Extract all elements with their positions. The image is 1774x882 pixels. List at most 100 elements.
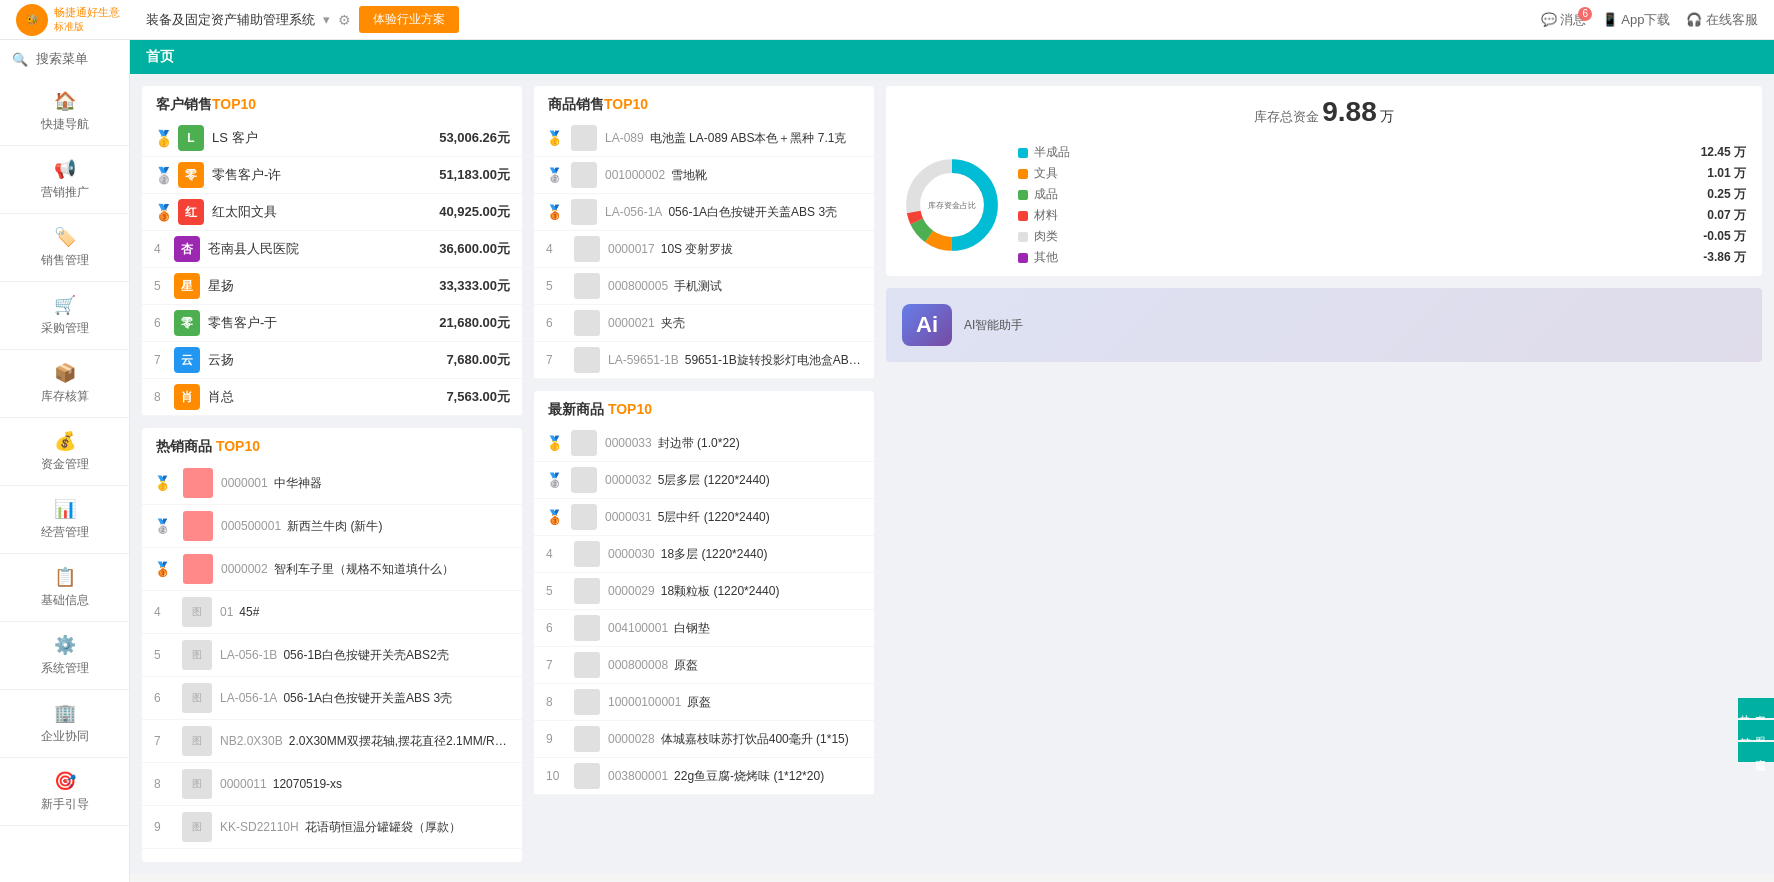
hot-product-image xyxy=(183,511,213,541)
customer-badge: 红 xyxy=(178,199,204,225)
hot-product-code: 01 xyxy=(220,605,233,619)
product-sales-code: LA-59651-1B xyxy=(608,353,679,367)
main-header: 首页 xyxy=(130,40,1774,74)
sidebar-search[interactable]: 🔍 搜索菜单 xyxy=(0,40,129,78)
legend-value: -0.05 万 xyxy=(1703,228,1746,245)
hot-rank-number: 5 xyxy=(154,648,174,662)
hot-rank-number: 9 xyxy=(154,820,174,834)
hot-products-title: 热销商品 TOP10 xyxy=(142,428,522,462)
marketing-icon: 📢 xyxy=(54,158,76,180)
rank-medal: 🥉 xyxy=(154,203,174,222)
legend-name: 文具 xyxy=(1034,165,1701,182)
hot-product-row: 7 图 NB2.0X30B 2.0X30MM双摆花轴,摆花直径2.1MM/ROH… xyxy=(142,720,522,763)
online-service[interactable]: 🎧 在线客服 xyxy=(1686,11,1758,29)
search-icon: 🔍 xyxy=(12,52,28,67)
hot-product-row: 9 图 KK-SD22110H 花语萌恒温分罐罐袋（厚款） xyxy=(142,806,522,849)
newest-rank: 10 xyxy=(546,769,566,783)
product-sales-code: 001000002 xyxy=(605,168,665,182)
customer-name: 星扬 xyxy=(208,277,431,295)
mobile-icon: 📱 xyxy=(1602,12,1618,27)
legend-color-dot xyxy=(1018,169,1028,179)
legend-color-dot xyxy=(1018,232,1028,242)
customer-rank-row: 6 零 零售客户-于 21,680.00元 xyxy=(142,305,522,342)
sidebar-item-system[interactable]: ⚙️ 系统管理 xyxy=(0,622,129,690)
online-service-label: 在线客服 xyxy=(1706,12,1758,27)
sidebar-item-enterprise[interactable]: 🏢 企业协同 xyxy=(0,690,129,758)
topbar-right: 💬 消息 6 📱 App下载 🎧 在线客服 xyxy=(1541,11,1758,29)
rank-number: 4 xyxy=(154,242,174,256)
trial-button[interactable]: 体验行业方案 xyxy=(359,6,459,33)
newest-product-image xyxy=(574,763,600,789)
product-sales-panel: 商品销售TOP10 🥇 LA-089 电池盖 LA-089 ABS本色＋黑种 7… xyxy=(534,86,874,379)
rank-medal: 🥈 xyxy=(154,166,174,185)
sidebar-item-sales[interactable]: 🏷️ 销售管理 xyxy=(0,214,129,282)
sidebar-item-inventory[interactable]: 📦 库存核算 xyxy=(0,350,129,418)
customer-rank-row: 🥉 红 红太阳文具 40,925.00元 xyxy=(142,194,522,231)
hot-product-code: 0000011 xyxy=(220,777,267,791)
product-sales-code: 0000017 xyxy=(608,242,655,256)
customer-badge: 零 xyxy=(174,310,200,336)
main-body: 客户销售TOP10 🥇 L LS 客户 53,006.26元 🥈 零 零售客户-… xyxy=(130,74,1774,874)
notification-count: 6 xyxy=(1578,7,1592,21)
hot-product-name: 056-1B白色按键开关壳ABS2壳 xyxy=(283,647,510,664)
newest-products-panel: 最新商品 TOP10 🥇 0000033 封边带 (1.0*22) 🥈 0000… xyxy=(534,391,874,795)
newest-medal: 🥉 xyxy=(546,509,563,525)
rank-number: 7 xyxy=(154,353,174,367)
product-sales-medal: 🥉 xyxy=(546,204,563,220)
customer-service-button[interactable]: 客服热线 xyxy=(1738,698,1774,718)
newest-rank: 8 xyxy=(546,695,566,709)
inventory-value: 9.88 xyxy=(1322,96,1377,127)
customer-rank-row: 🥇 L LS 客户 53,006.26元 xyxy=(142,120,522,157)
rank-number: 8 xyxy=(154,390,174,404)
product-sales-list: 🥇 LA-089 电池盖 LA-089 ABS本色＋黑种 7.1克 🥈 0010… xyxy=(534,120,874,379)
product-sales-row: 7 LA-59651-1B 59651-1B旋转投影灯电池盒ABS黑色＋58壳 xyxy=(534,342,874,379)
sidebar-item-basic[interactable]: 📋 基础信息 xyxy=(0,554,129,622)
sidebar-item-marketing[interactable]: 📢 营销推广 xyxy=(0,146,129,214)
inventory-donut-chart: 库存资金占比 xyxy=(902,155,1002,255)
legend-value: 0.07 万 xyxy=(1707,207,1746,224)
system-dropdown-icon[interactable]: ▾ xyxy=(323,12,330,27)
notification-badge[interactable]: 💬 消息 6 xyxy=(1541,11,1587,29)
product-sales-rank: 6 xyxy=(546,316,566,330)
customer-name: 零售客户-于 xyxy=(208,314,431,332)
system-icon: ⚙️ xyxy=(54,634,76,656)
customer-name: 红太阳文具 xyxy=(212,203,431,221)
direct-button[interactable]: 直播 xyxy=(1738,742,1774,762)
newest-product-image xyxy=(571,467,597,493)
product-sales-title: 商品销售TOP10 xyxy=(534,86,874,120)
settings-icon[interactable]: ⚙ xyxy=(338,12,351,28)
sidebar-item-operations[interactable]: 📊 经营管理 xyxy=(0,486,129,554)
hot-product-code: 000500001 xyxy=(221,519,281,533)
hot-product-name: 45# xyxy=(239,605,510,619)
customer-amount: 21,680.00元 xyxy=(439,314,510,332)
newest-product-code: 000800008 xyxy=(608,658,668,672)
inventory-legend: 半成品 12.45 万 文具 1.01 万 成品 0.25 万 材料 0.07 … xyxy=(1018,144,1746,266)
sidebar-item-quick-nav[interactable]: 🏠 快捷导航 xyxy=(0,78,129,146)
customer-rank-row: 7 云 云扬 7,680.00元 xyxy=(142,342,522,379)
topbar-center: 装备及固定资产辅助管理系统 ▾ ⚙ 体验行业方案 xyxy=(146,6,1541,33)
newest-products-list: 🥇 0000033 封边带 (1.0*22) 🥈 0000032 5层多层 (1… xyxy=(534,425,874,795)
app-download[interactable]: 📱 App下载 xyxy=(1602,11,1670,29)
topbar: 🐝 畅捷通好生意 标准版 装备及固定资产辅助管理系统 ▾ ⚙ 体验行业方案 💬 … xyxy=(0,0,1774,40)
newest-product-name: 封边带 (1.0*22) xyxy=(658,435,862,452)
rank-number: 6 xyxy=(154,316,174,330)
newest-rank: 9 xyxy=(546,732,566,746)
customer-badge: L xyxy=(178,125,204,151)
ai-panel: Ai AI智能助手 xyxy=(886,288,1762,362)
sidebar-item-purchase[interactable]: 🛒 采购管理 xyxy=(0,282,129,350)
sidebar-label-quick-nav: 快捷导航 xyxy=(41,116,89,133)
sidebar-item-finance[interactable]: 💰 资金管理 xyxy=(0,418,129,486)
sidebar-label-basic: 基础信息 xyxy=(41,592,89,609)
sidebar-item-guide[interactable]: 🎯 新手引导 xyxy=(0,758,129,826)
customer-name: 零售客户-许 xyxy=(212,166,431,184)
sales-icon: 🏷️ xyxy=(54,226,76,248)
hot-product-code: 0000001 xyxy=(221,476,268,490)
rank-medal: 🥇 xyxy=(154,129,174,148)
hot-product-image-placeholder: 图 xyxy=(182,683,212,713)
legend-name: 成品 xyxy=(1034,186,1701,203)
product-sales-image xyxy=(571,199,597,225)
legend-item: 文具 1.01 万 xyxy=(1018,165,1746,182)
service-community-button[interactable]: 服务社区 xyxy=(1738,720,1774,740)
sidebar-label-enterprise: 企业协同 xyxy=(41,728,89,745)
notification-icon: 💬 xyxy=(1541,12,1557,27)
